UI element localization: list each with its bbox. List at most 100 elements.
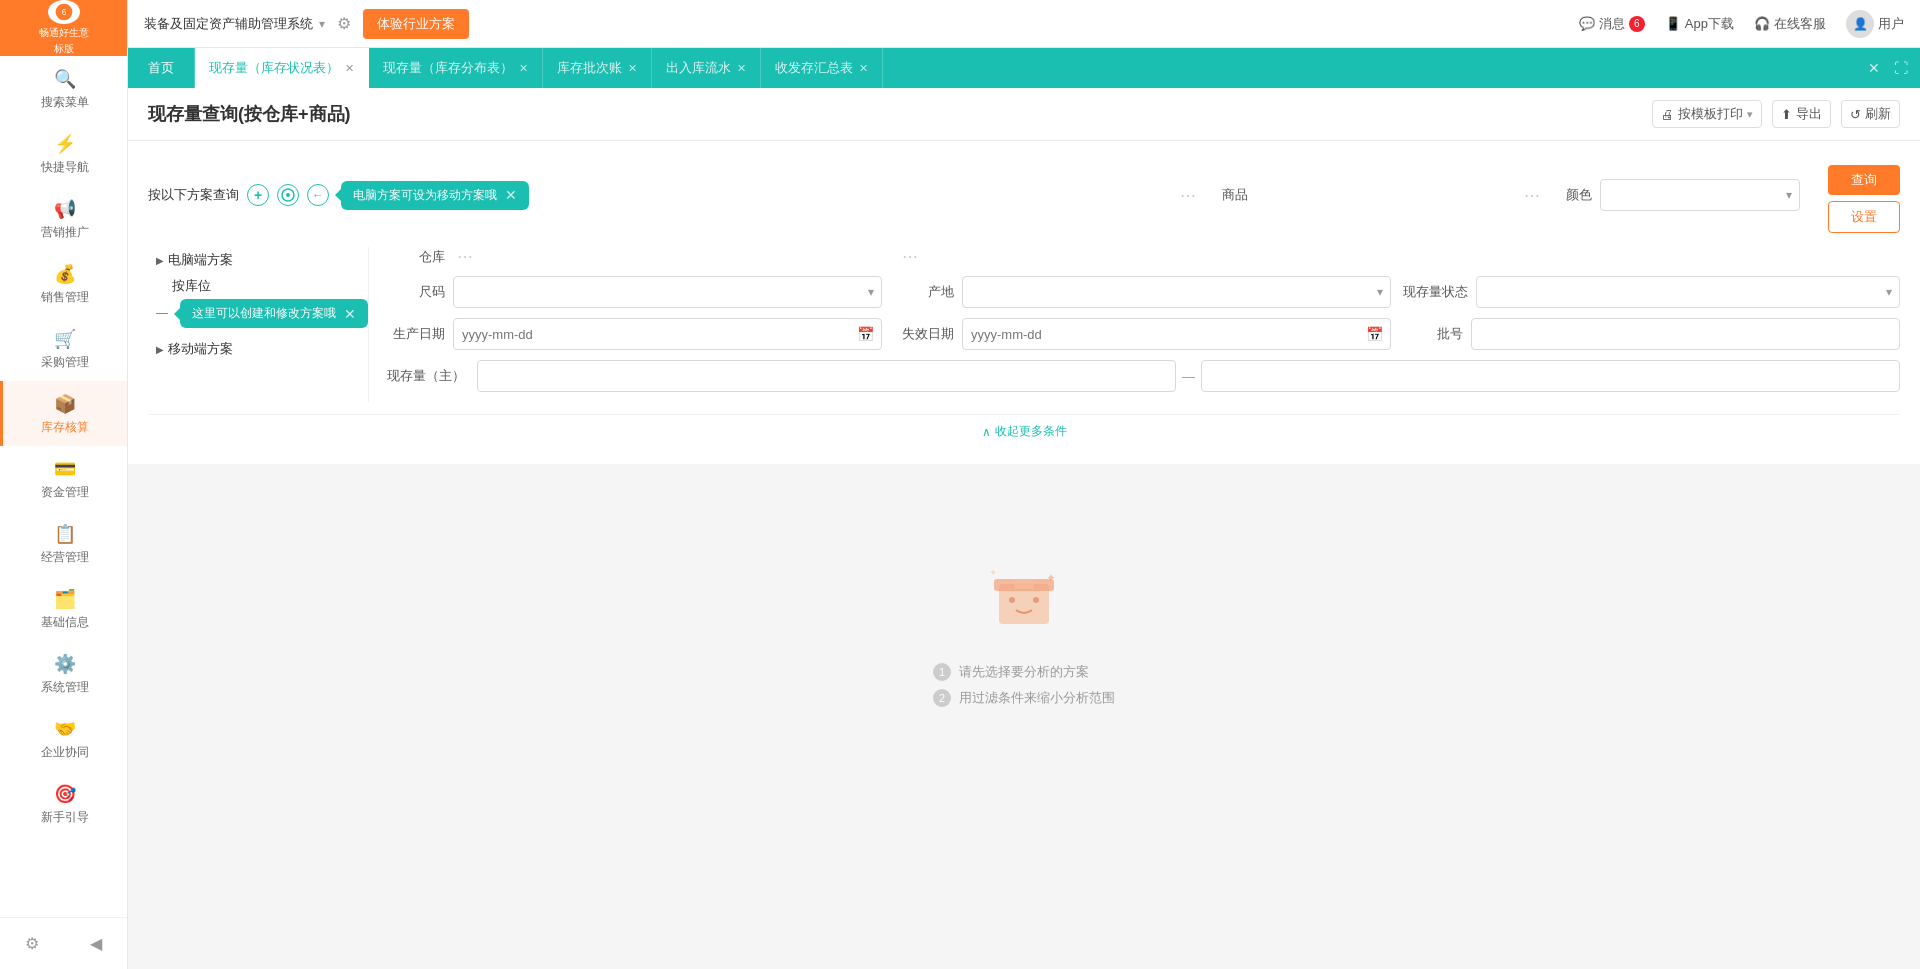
collapse-sidebar-btn[interactable]: ◀ xyxy=(86,930,106,957)
warehouse-more-icon[interactable]: ⋯ xyxy=(453,247,477,266)
produce-date-filter: 生产日期 📅 xyxy=(385,318,882,350)
goods-filter: ⋯ xyxy=(894,247,1391,266)
tab-stock-batch[interactable]: 库存批次账 ✕ xyxy=(543,48,652,88)
sidebar-item-operations[interactable]: 📋 经营管理 xyxy=(0,511,127,576)
page-actions: 🖨 按模板打印 ▾ ⬆ 导出 ↺ 刷新 xyxy=(1652,100,1900,128)
tab-stock-dist-close[interactable]: ✕ xyxy=(519,63,528,74)
sidebar-item-marketing[interactable]: 📢 营销推广 xyxy=(0,186,127,251)
filter-header: 按以下方案查询 + ← 电脑方案可设为移动方案哦 ✕ xyxy=(148,157,1900,233)
stock-amount-label: 现存量（主） xyxy=(385,367,465,385)
tab-in-out[interactable]: 出入库流水 ✕ xyxy=(652,48,761,88)
size-select[interactable] xyxy=(453,276,882,308)
sidebar-item-operations-label: 经营管理 xyxy=(41,549,89,566)
print-icon: 🖨 xyxy=(1661,107,1674,122)
collapse-bar[interactable]: ∧ 收起更多条件 xyxy=(148,414,1900,448)
settings-bottom-btn[interactable]: ⚙ xyxy=(21,930,43,957)
page-header: 现存量查询(按仓库+商品) 🖨 按模板打印 ▾ ⬆ 导出 ↺ 刷新 xyxy=(128,88,1920,141)
sidebar-item-marketing-label: 营销推广 xyxy=(41,224,89,241)
tab-close-all-icon[interactable]: ✕ xyxy=(1864,58,1884,78)
sidebar-item-search-menu[interactable]: 🔍 搜索菜单 xyxy=(0,56,127,121)
tooltip2-close-btn[interactable]: ✕ xyxy=(344,306,356,322)
set-btn[interactable]: 设置 xyxy=(1828,201,1900,233)
sidebar-item-stock[interactable]: 📦 库存核算 xyxy=(0,381,127,446)
tip-num-2: 2 xyxy=(933,689,951,707)
sidebar-item-quick-nav-label: 快捷导航 xyxy=(41,159,89,176)
scheme-group-mobile-label: 移动端方案 xyxy=(168,340,233,358)
tab-expand-icon[interactable]: ⛶ xyxy=(1890,58,1912,78)
stock-range-max[interactable] xyxy=(1201,360,1900,392)
sidebar-item-enterprise[interactable]: 🤝 企业协同 xyxy=(0,706,127,771)
filter-row-2: 尺码 产地 现存量状态 xyxy=(385,276,1900,308)
tab-in-out-close[interactable]: ✕ xyxy=(737,63,746,74)
tab-stock-status-label: 现存量（库存状况表） xyxy=(209,59,339,77)
expire-date-input[interactable] xyxy=(962,318,1391,350)
tab-stock-status[interactable]: 现存量（库存状况表） ✕ xyxy=(195,48,369,88)
export-btn[interactable]: ⬆ 导出 xyxy=(1772,100,1831,128)
stock-range: — xyxy=(477,360,1900,392)
guide-icon: 🎯 xyxy=(54,783,76,805)
back-scheme-btn[interactable]: ← xyxy=(307,184,329,206)
finance-icon: 💳 xyxy=(54,458,76,480)
sidebar-logo: 6 畅通好生意 标版 xyxy=(0,0,127,56)
scheme-group-desktop-label: 电脑端方案 xyxy=(168,251,233,269)
tab-collect-sum[interactable]: 收发存汇总表 ✕ xyxy=(761,48,883,88)
sidebar-item-sales[interactable]: 💰 销售管理 xyxy=(0,251,127,316)
sidebar-item-guide[interactable]: 🎯 新手引导 xyxy=(0,771,127,836)
stock-status-label: 现存量状态 xyxy=(1403,283,1468,301)
tab-home[interactable]: 首页 xyxy=(128,48,195,88)
svg-rect-6 xyxy=(1014,579,1034,589)
goods-more-icon[interactable]: ⋯ xyxy=(902,247,918,266)
tab-in-out-label: 出入库流水 xyxy=(666,59,731,77)
stock-icon: 📦 xyxy=(54,393,76,415)
expire-date-icon[interactable]: 📅 xyxy=(1366,326,1383,342)
batch-input[interactable] xyxy=(1471,318,1900,350)
experience-btn[interactable]: 体验行业方案 xyxy=(363,9,469,39)
settings-gear-icon[interactable]: ⚙ xyxy=(337,14,351,33)
origin-filter: 产地 xyxy=(894,276,1391,308)
user-info[interactable]: 👤 用户 xyxy=(1846,10,1904,38)
print-template-btn[interactable]: 🖨 按模板打印 ▾ xyxy=(1652,100,1762,128)
tooltip1-close-btn[interactable]: ✕ xyxy=(505,187,517,203)
sidebar-item-system[interactable]: ⚙️ 系统管理 xyxy=(0,641,127,706)
sidebar-item-purchase[interactable]: 🛒 采购管理 xyxy=(0,316,127,381)
add-scheme-btn[interactable]: + xyxy=(247,184,269,206)
sidebar-item-finance[interactable]: 💳 资金管理 xyxy=(0,446,127,511)
scheme-item-warehouse[interactable]: 按库位 xyxy=(148,273,368,299)
edit-scheme-btn[interactable] xyxy=(277,184,299,206)
produce-date-icon[interactable]: 📅 xyxy=(857,326,874,342)
tab-stock-status-close[interactable]: ✕ xyxy=(345,63,354,74)
tip-text-1: 请先选择要分析的方案 xyxy=(959,663,1089,681)
tab-stock-batch-label: 库存批次账 xyxy=(557,59,622,77)
svg-text:✦: ✦ xyxy=(989,567,997,578)
refresh-btn[interactable]: ↺ 刷新 xyxy=(1841,100,1900,128)
origin-select[interactable] xyxy=(962,276,1391,308)
color-select[interactable] xyxy=(1600,179,1800,211)
sidebar-item-quick-nav[interactable]: ⚡ 快捷导航 xyxy=(0,121,127,186)
scheme-group-mobile[interactable]: ▶ 移动端方案 xyxy=(148,336,368,362)
tab-collect-sum-close[interactable]: ✕ xyxy=(859,63,868,74)
sidebar-item-basic[interactable]: 🗂️ 基础信息 xyxy=(0,576,127,641)
stock-status-select[interactable] xyxy=(1476,276,1900,308)
system-title-text: 装备及固定资产辅助管理系统 xyxy=(144,15,313,33)
stock-status-filter: 现存量状态 xyxy=(1403,276,1900,308)
expire-date-label: 失效日期 xyxy=(894,325,954,343)
service-icon: 🎧 xyxy=(1754,16,1770,31)
topbar-right: 💬 消息 6 📱 App下载 🎧 在线客服 👤 用户 xyxy=(1579,10,1904,38)
svg-text:6: 6 xyxy=(61,7,66,17)
app-download-btn[interactable]: 📱 App下载 xyxy=(1665,15,1734,33)
system-icon: ⚙️ xyxy=(54,653,76,675)
scheme-group-desktop[interactable]: ▶ 电脑端方案 xyxy=(148,247,368,273)
tab-actions: ✕ ⛶ xyxy=(1856,48,1920,88)
svg-text:✦: ✦ xyxy=(1046,571,1056,585)
online-service-btn[interactable]: 🎧 在线客服 xyxy=(1754,15,1826,33)
query-btn[interactable]: 查询 xyxy=(1828,165,1900,195)
stock-range-min[interactable] xyxy=(477,360,1176,392)
produce-date-input[interactable] xyxy=(453,318,882,350)
tab-stock-batch-close[interactable]: ✕ xyxy=(628,63,637,74)
tab-stock-dist[interactable]: 现存量（库存分布表） ✕ xyxy=(369,48,543,88)
message-btn[interactable]: 💬 消息 6 xyxy=(1579,15,1645,33)
shang-pin-label: 商品 xyxy=(1212,186,1248,204)
basic-icon: 🗂️ xyxy=(54,588,76,610)
tooltip-create-scheme: 这里可以创建和修改方案哦 ✕ xyxy=(180,299,368,328)
empty-tip-2: 2 用过滤条件来缩小分析范围 xyxy=(933,689,1115,707)
